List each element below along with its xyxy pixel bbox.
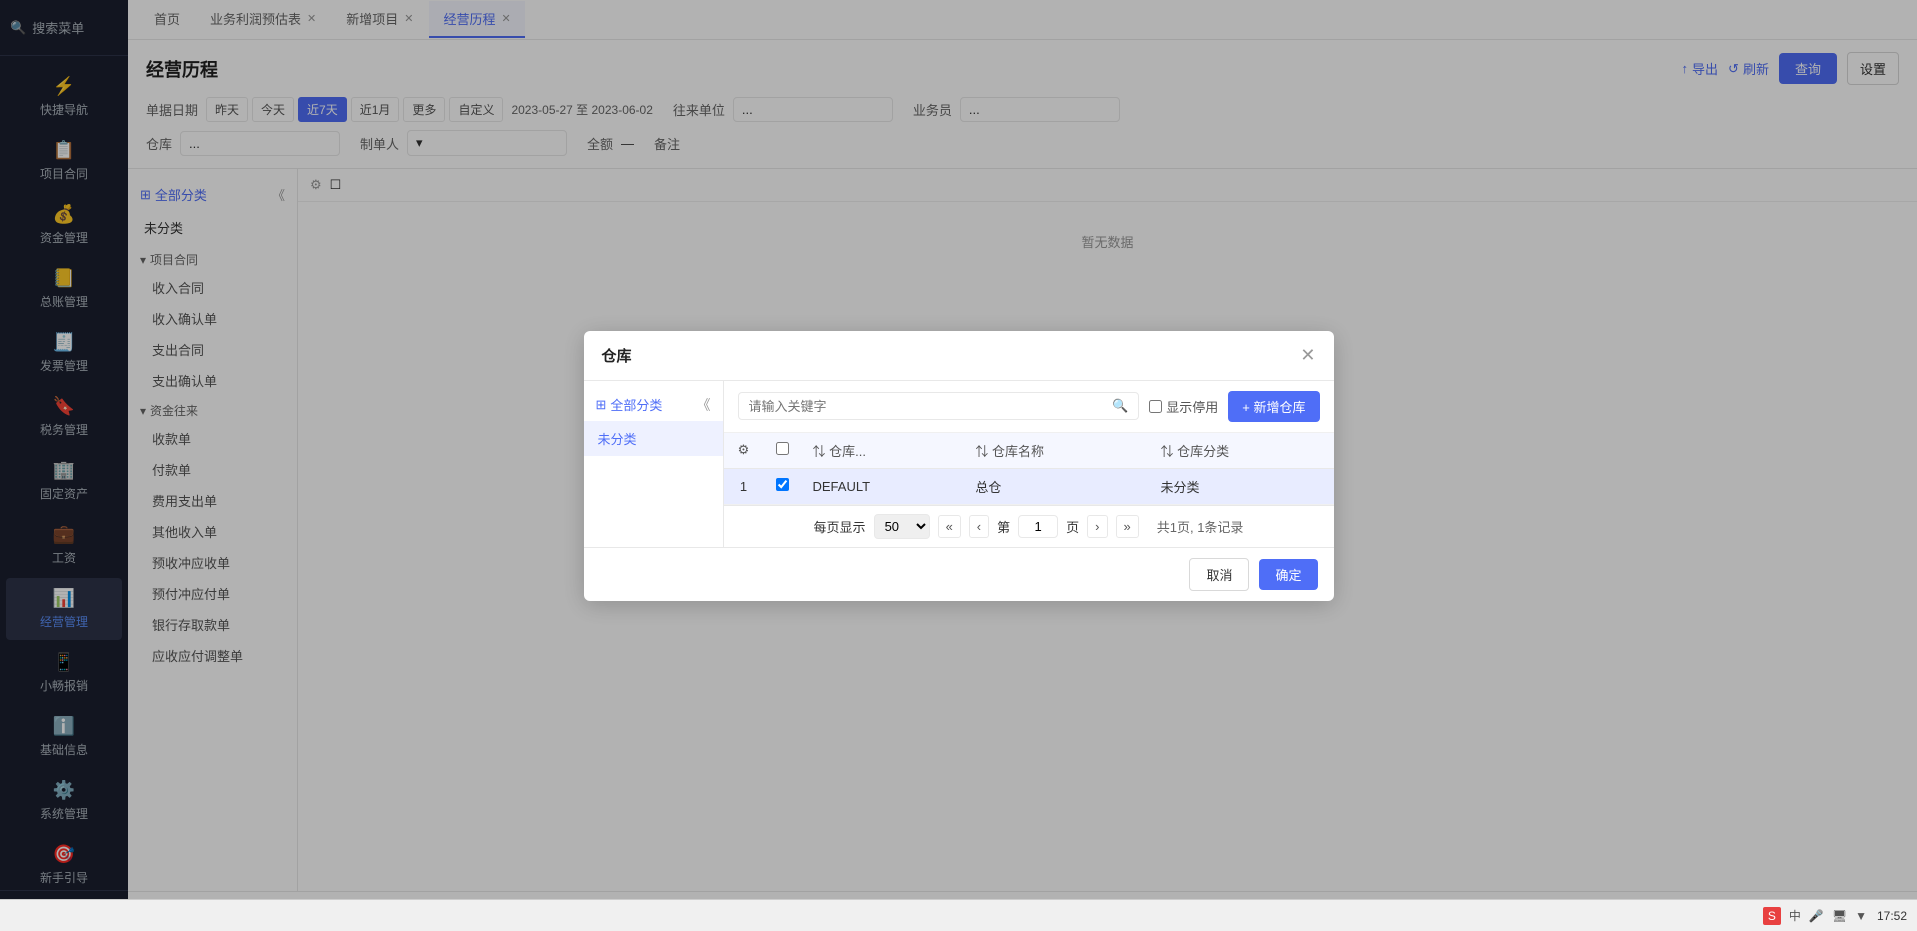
cell-checkbox	[764, 468, 801, 504]
table-row[interactable]: 1 DEFAULT 总仓 未分类	[724, 468, 1334, 504]
cell-category: 未分类	[1148, 468, 1333, 504]
table-header-row: ⚙ ⇅ 仓库... ⇅	[724, 433, 1334, 469]
th-code: ⇅ 仓库...	[801, 433, 964, 469]
modal-body: ⊞ 全部分类 《 未分类 🔍 显示停用	[584, 381, 1334, 547]
modal-next-page-button[interactable]: ›	[1087, 515, 1107, 538]
modal-actions: 取消 确定	[584, 547, 1334, 601]
modal-sidebar-item-unclassified[interactable]: 未分类	[584, 421, 723, 456]
select-all-checkbox[interactable]	[776, 442, 789, 455]
taskbar-icon-mic: 🎤	[1809, 909, 1824, 923]
th-checkbox	[764, 433, 801, 469]
modal-page-suffix: 页	[1066, 517, 1079, 536]
modal-page-input[interactable]	[1018, 515, 1058, 538]
search-icon-modal: 🔍	[1112, 398, 1128, 414]
warehouse-table: ⚙ ⇅ 仓库... ⇅	[724, 433, 1334, 505]
sort-icon-code: ⇅	[813, 444, 826, 459]
show-disabled-checkbox[interactable]	[1149, 400, 1162, 413]
warehouse-modal: 仓库 ✕ ⊞ 全部分类 《 未分类	[584, 331, 1334, 601]
cancel-button[interactable]: 取消	[1189, 558, 1249, 591]
modal-page-size-label: 每页显示	[814, 517, 866, 536]
taskbar-time: 17:52	[1877, 909, 1907, 923]
modal-search-bar: 🔍 显示停用 + 新增仓库	[724, 381, 1334, 433]
modal-total-info: 共1页, 1条记录	[1157, 517, 1244, 536]
grid-icon-modal: ⊞	[596, 397, 607, 413]
modal-sidebar: ⊞ 全部分类 《 未分类	[584, 381, 724, 547]
modal-footer-bar: 每页显示 50 10 20 100 « ‹ 第 页 › » 共1页, 1条记录	[724, 505, 1334, 547]
show-disabled-label[interactable]: 显示停用	[1149, 397, 1218, 416]
confirm-button[interactable]: 确定	[1259, 559, 1317, 590]
table-body: 1 DEFAULT 总仓 未分类	[724, 468, 1334, 504]
modal-sidebar-collapse-icon[interactable]: 《	[697, 395, 711, 415]
taskbar-icon-arrow: ▼	[1855, 909, 1867, 923]
search-input[interactable]	[749, 399, 1107, 414]
row-checkbox[interactable]	[776, 478, 789, 491]
taskbar-icon-screen: 🖥	[1832, 909, 1847, 923]
modal-first-page-button[interactable]: «	[938, 515, 961, 538]
modal-title: 仓库	[602, 345, 632, 366]
th-gear: ⚙	[724, 433, 764, 469]
modal-sidebar-header: ⊞ 全部分类 《	[584, 389, 723, 421]
modal-header: 仓库 ✕	[584, 331, 1334, 381]
modal-overlay: 仓库 ✕ ⊞ 全部分类 《 未分类	[0, 0, 1917, 931]
modal-search-input-wrapper: 🔍	[738, 392, 1140, 420]
modal-prev-page-button[interactable]: ‹	[969, 515, 989, 538]
table-header: ⚙ ⇅ 仓库... ⇅	[724, 433, 1334, 469]
taskbar-icon-zh: 中	[1789, 907, 1801, 924]
modal-content: 🔍 显示停用 + 新增仓库 ⚙	[724, 381, 1334, 547]
sort-icon-category: ⇅	[1160, 444, 1173, 459]
modal-sidebar-title[interactable]: ⊞ 全部分类	[596, 395, 663, 414]
modal-sidebar-title-text: 全部分类	[610, 395, 662, 414]
cell-code: DEFAULT	[801, 468, 964, 504]
taskbar-icons: S 中 🎤 🖥 ▼	[1763, 907, 1867, 925]
taskbar: S 中 🎤 🖥 ▼ 17:52	[0, 899, 1917, 931]
th-category: ⇅ 仓库分类	[1148, 433, 1333, 469]
taskbar-icon-s: S	[1763, 907, 1781, 925]
cell-row-num: 1	[724, 468, 764, 504]
add-warehouse-button[interactable]: + 新增仓库	[1228, 391, 1319, 422]
modal-page-label: 第	[997, 517, 1010, 536]
modal-last-page-button[interactable]: »	[1116, 515, 1139, 538]
modal-table-wrapper: ⚙ ⇅ 仓库... ⇅	[724, 433, 1334, 505]
show-disabled-text: 显示停用	[1166, 397, 1218, 416]
cell-name: 总仓	[963, 468, 1148, 504]
th-name: ⇅ 仓库名称	[963, 433, 1148, 469]
modal-close-button[interactable]: ✕	[1300, 345, 1315, 366]
gear-icon-table[interactable]: ⚙	[738, 442, 750, 457]
sort-icon-name: ⇅	[975, 444, 988, 459]
modal-page-size-select[interactable]: 50 10 20 100	[874, 514, 930, 539]
